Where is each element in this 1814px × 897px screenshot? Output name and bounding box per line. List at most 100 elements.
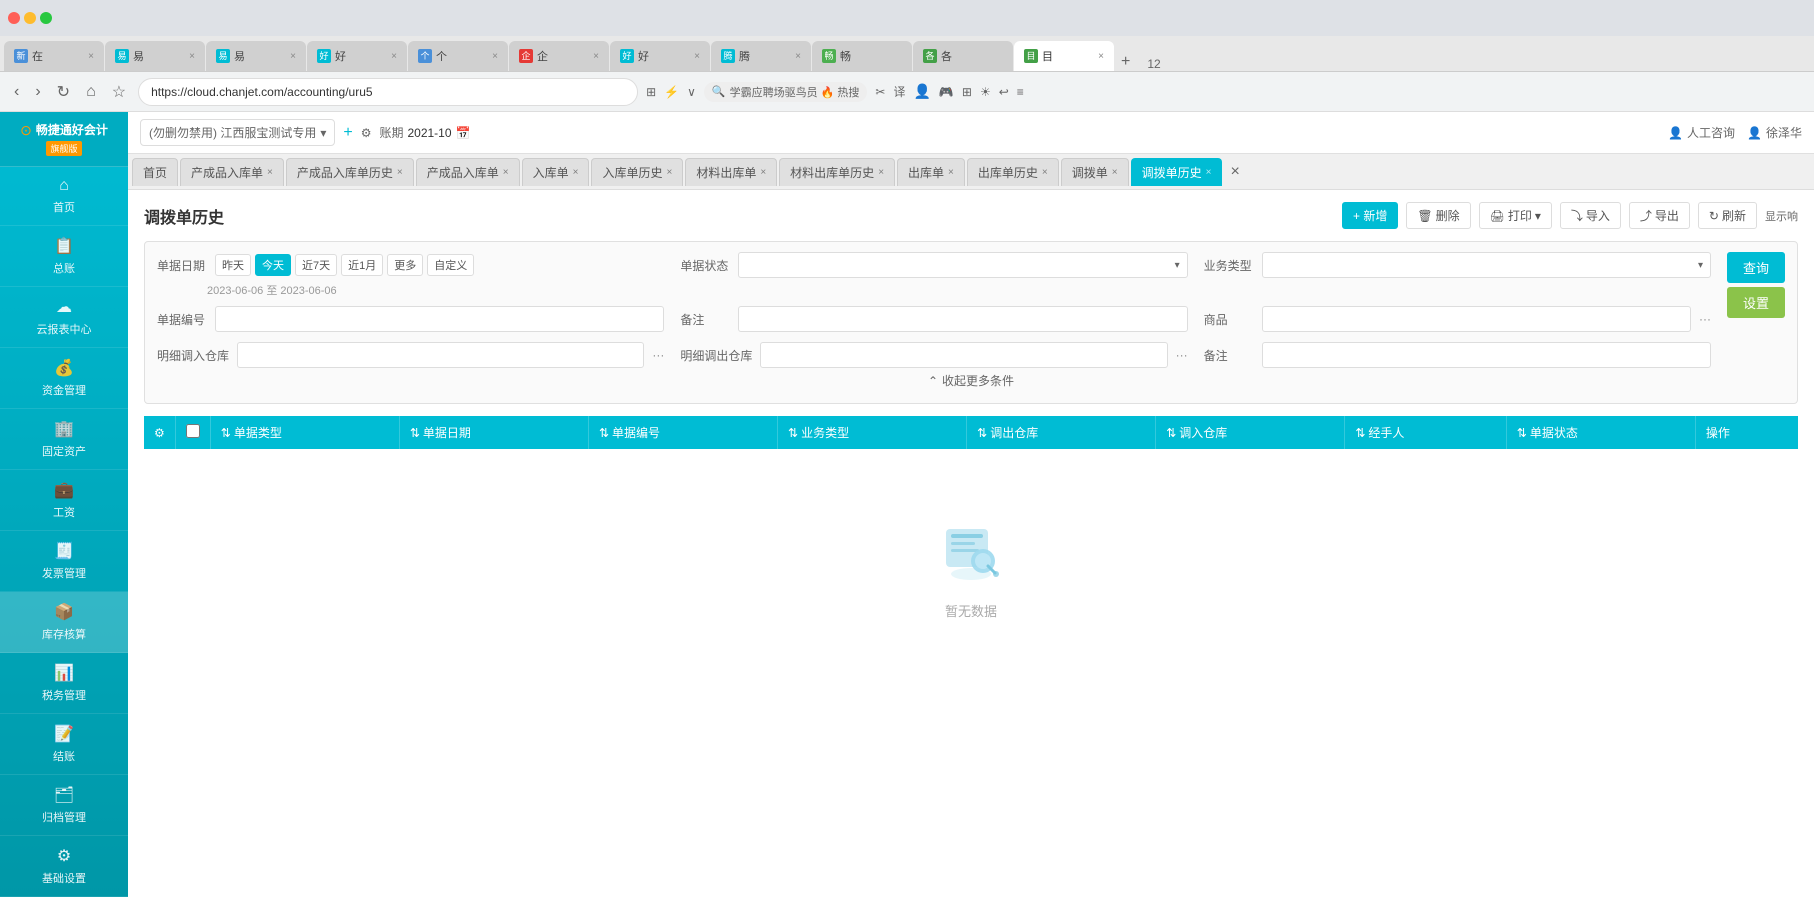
th-out-warehouse[interactable]: ⇅ 调出仓库 <box>967 416 1156 449</box>
theme-icon[interactable]: ☀ <box>980 85 991 99</box>
tab-close-6[interactable]: × <box>593 51 599 62</box>
browser-tab-11[interactable]: 目 目 × <box>1014 41 1114 71</box>
close-out-hist-tab[interactable]: × <box>1042 167 1048 178</box>
sidebar-item-invoice[interactable]: 🧾 发票管理 <box>0 531 128 592</box>
new-tab-btn[interactable]: + <box>1115 53 1136 71</box>
detail-out-input[interactable] <box>760 342 1167 368</box>
close-transfer-tab[interactable]: × <box>1112 167 1118 178</box>
home-btn[interactable]: ⌂ <box>82 79 100 105</box>
sidebar-item-fixed-assets[interactable]: 🏢 固定资产 <box>0 409 128 470</box>
company-selector[interactable]: (勿删勿禁用) 江西服宝测试专用 ▾ <box>140 119 335 146</box>
bookmark-btn[interactable]: ☆ <box>108 78 130 106</box>
tab-close-4[interactable]: × <box>391 51 397 62</box>
browser-tab-10[interactable]: 各 各 <box>913 41 1013 71</box>
tab-close-7[interactable]: × <box>694 51 700 62</box>
content-tab-out-hist[interactable]: 出库单历史 × <box>967 158 1059 186</box>
search-bar[interactable]: 🔍 学霸应聘场驱鸟员 🔥 热搜 <box>704 82 868 102</box>
browser-tab-3[interactable]: 易 易 × <box>206 41 306 71</box>
detail-in-input[interactable] <box>237 342 644 368</box>
profile-icon[interactable]: 👤 <box>913 83 930 100</box>
user-service-btn[interactable]: 👤 人工咨询 <box>1668 124 1735 141</box>
date-btn-yesterday[interactable]: 昨天 <box>215 254 251 276</box>
content-tab-transfer[interactable]: 调拨单 × <box>1061 158 1129 186</box>
scissors-icon[interactable]: ✂ <box>875 85 885 99</box>
tab-close-3[interactable]: × <box>290 51 296 62</box>
browser-tab-5[interactable]: 个 个 × <box>408 41 508 71</box>
tab-close-8[interactable]: × <box>795 51 801 62</box>
export-btn[interactable]: ⤴ 导出 <box>1629 202 1690 229</box>
browser-tab-7[interactable]: 好 好 × <box>610 41 710 71</box>
th-gear[interactable]: ⚙ <box>144 416 175 449</box>
sidebar-item-reports[interactable]: ☁ 云报表中心 <box>0 287 128 348</box>
content-tab-in-hist[interactable]: 入库单历史 × <box>591 158 683 186</box>
close-all-tabs-btn[interactable]: × <box>1224 163 1245 181</box>
th-doc-type[interactable]: ⇅ 单据类型 <box>210 416 399 449</box>
close-in-tab[interactable]: × <box>573 167 579 178</box>
lightning-icon[interactable]: ⚡ <box>664 85 679 99</box>
refresh-btn-toolbar[interactable]: ↻ 刷新 <box>1698 202 1757 229</box>
date-btn-7days[interactable]: 近7天 <box>295 254 337 276</box>
close-prod-in-tab[interactable]: × <box>267 167 273 178</box>
date-btn-1month[interactable]: 近1月 <box>341 254 383 276</box>
browser-tab-6[interactable]: 企 企 × <box>509 41 609 71</box>
history-icon[interactable]: ↩ <box>999 85 1009 99</box>
translate-icon[interactable]: 译 <box>893 83 905 100</box>
content-tab-prod-in-hist[interactable]: 产成品入库单历史 × <box>286 158 414 186</box>
menu-icon[interactable]: ≡ <box>1017 85 1024 99</box>
extensions-icon[interactable]: ⊞ <box>646 85 656 99</box>
new-company-btn[interactable]: + <box>343 124 352 142</box>
window-close-btn[interactable] <box>8 12 20 24</box>
close-mat-out-hist-tab[interactable]: × <box>878 167 884 178</box>
refresh-btn[interactable]: ↻ <box>53 78 74 106</box>
browser-tab-9[interactable]: 畅 畅 <box>812 41 912 71</box>
close-out-tab[interactable]: × <box>948 167 954 178</box>
show-full-btn[interactable]: 显示响 <box>1765 208 1798 224</box>
th-biz-type[interactable]: ⇅ 业务类型 <box>778 416 967 449</box>
company-settings-icon[interactable]: ⚙ <box>361 126 372 140</box>
query-btn[interactable]: 查询 <box>1727 252 1785 283</box>
window-max-btn[interactable] <box>40 12 52 24</box>
tab-close-11[interactable]: × <box>1098 51 1104 62</box>
sidebar-item-capital[interactable]: 💰 资金管理 <box>0 348 128 409</box>
collapse-filter-btn[interactable]: ⌃ 收起更多条件 <box>157 368 1785 393</box>
address-input[interactable] <box>138 78 638 106</box>
sidebar-item-wages[interactable]: 💼 工资 <box>0 470 128 531</box>
content-tab-prod-in2[interactable]: 产成品入库单 × <box>416 158 520 186</box>
close-prod-in-hist-tab[interactable]: × <box>397 167 403 178</box>
detail-out-more-btn[interactable]: ··· <box>1176 348 1188 362</box>
sidebar-item-home[interactable]: ⌂ 首页 <box>0 167 128 226</box>
sidebar-item-close[interactable]: 📝 结账 <box>0 714 128 775</box>
tab-close-1[interactable]: × <box>88 51 94 62</box>
dropdown-icon[interactable]: ∨ <box>687 85 696 99</box>
settings-filter-btn[interactable]: 设置 <box>1727 287 1785 318</box>
th-doc-status[interactable]: ⇅ 单据状态 <box>1506 416 1695 449</box>
th-doc-date[interactable]: ⇅ 单据日期 <box>399 416 588 449</box>
browser-tab-4[interactable]: 好 好 × <box>307 41 407 71</box>
sidebar-item-archive[interactable]: 🗂 归档管理 <box>0 775 128 836</box>
delete-btn[interactable]: 🗑 删除 <box>1406 202 1470 229</box>
detail-in-more-btn[interactable]: ··· <box>652 348 664 362</box>
browser-tab-1[interactable]: 新 在 × <box>4 41 104 71</box>
tab-close-2[interactable]: × <box>189 51 195 62</box>
sidebar-item-settings[interactable]: ⚙ 基础设置 <box>0 836 128 897</box>
calendar-icon[interactable]: 📅 <box>456 126 471 140</box>
back-btn[interactable]: ‹ <box>10 79 23 105</box>
content-tab-prod-in[interactable]: 产成品入库单 × <box>180 158 284 186</box>
detail-note-input[interactable] <box>1262 342 1711 368</box>
game-icon[interactable]: 🎮 <box>939 85 954 99</box>
th-doc-number[interactable]: ⇅ 单据编号 <box>588 416 777 449</box>
print-btn[interactable]: 🖨 打印 ▾ <box>1479 202 1552 229</box>
period-value[interactable]: 2021-10 <box>407 126 451 140</box>
grid-icon[interactable]: ⊞ <box>962 85 972 99</box>
close-mat-out-tab[interactable]: × <box>760 167 766 178</box>
browser-tab-2[interactable]: 易 易 × <box>105 41 205 71</box>
close-prod-in2-tab[interactable]: × <box>503 167 509 178</box>
sidebar-item-inventory[interactable]: 📦 库存核算 <box>0 592 128 653</box>
sidebar-item-ledger[interactable]: 📋 总账 <box>0 226 128 287</box>
forward-btn[interactable]: › <box>31 79 44 105</box>
date-btn-more[interactable]: 更多 <box>387 254 423 276</box>
date-btn-custom[interactable]: 自定义 <box>427 254 474 276</box>
tab-close-5[interactable]: × <box>492 51 498 62</box>
content-tab-in[interactable]: 入库单 × <box>522 158 590 186</box>
goods-more-btn[interactable]: ··· <box>1699 312 1711 326</box>
